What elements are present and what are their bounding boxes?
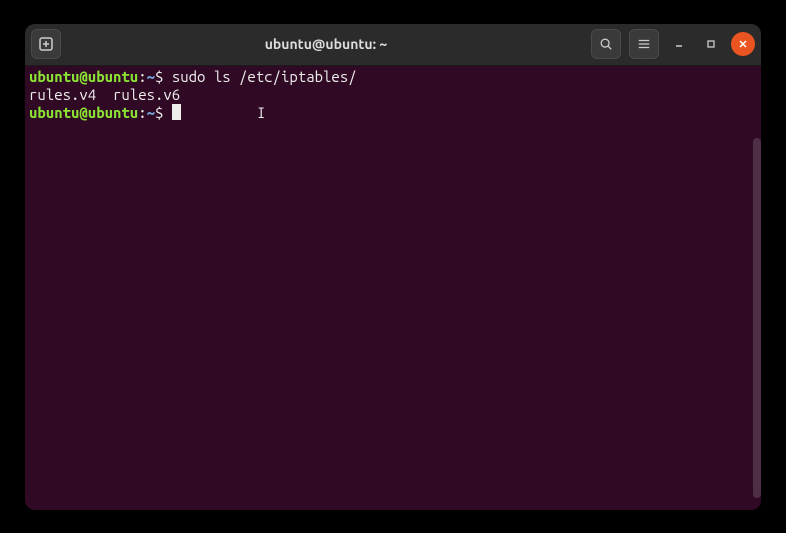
prompt-user-host: ubuntu@ubuntu — [29, 104, 138, 121]
prompt-path: ~ — [147, 104, 155, 121]
search-button[interactable] — [591, 29, 621, 59]
terminal-line: ubuntu@ubuntu:~$ sudo ls /etc/iptables/ — [29, 68, 757, 86]
maximize-icon — [705, 38, 717, 50]
terminal-line: ubuntu@ubuntu:~$ — [29, 104, 757, 122]
terminal-output: rules.v4 rules.v6 — [29, 86, 757, 104]
scrollbar[interactable] — [753, 138, 761, 498]
terminal-window: ubuntu@ubuntu: ~ — [25, 24, 761, 510]
hamburger-icon — [637, 37, 651, 51]
minimize-button[interactable] — [667, 32, 691, 56]
command-text: sudo ls /etc/iptables/ — [172, 68, 357, 85]
titlebar: ubuntu@ubuntu: ~ — [25, 24, 761, 66]
prompt-user-host: ubuntu@ubuntu — [29, 68, 138, 85]
search-icon — [599, 37, 613, 51]
new-tab-button[interactable] — [31, 29, 61, 59]
prompt-symbol: $ — [155, 68, 163, 85]
prompt-path: ~ — [147, 68, 155, 85]
cursor-block — [172, 104, 181, 120]
minimize-icon — [673, 38, 685, 50]
maximize-button[interactable] — [699, 32, 723, 56]
close-icon — [738, 39, 748, 49]
window-title: ubuntu@ubuntu: ~ — [61, 36, 591, 52]
menu-button[interactable] — [629, 29, 659, 59]
close-button[interactable] — [731, 32, 755, 56]
terminal-body[interactable]: ubuntu@ubuntu:~$ sudo ls /etc/iptables/ … — [25, 66, 761, 510]
prompt-symbol: $ — [155, 104, 163, 121]
